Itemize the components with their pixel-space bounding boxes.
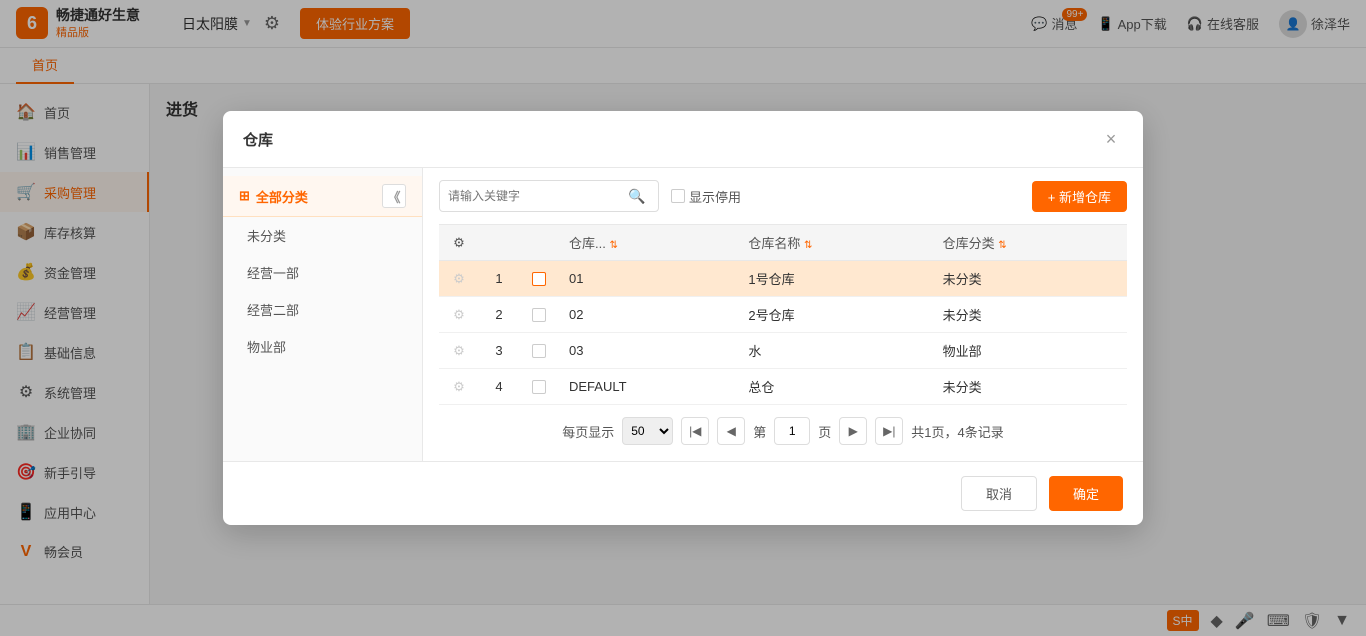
th-warehouse-category[interactable]: 仓库分类 ⇅ — [933, 225, 1127, 261]
row-category: 未分类 — [933, 369, 1127, 405]
table-toolbar: 🔍 显示停用 + 新增仓库 — [439, 180, 1127, 212]
row-category: 未分类 — [933, 261, 1127, 297]
category-item-dept1[interactable]: 经营一部 — [223, 254, 422, 291]
dialog-footer: 取消 确定 — [223, 461, 1143, 525]
show-disabled-toggle[interactable]: 显示停用 — [671, 187, 741, 206]
page-word: 第 — [753, 422, 766, 441]
row-checkbox[interactable] — [532, 344, 546, 358]
row-number: 3 — [479, 333, 519, 369]
row-name: 总仓 — [738, 369, 932, 405]
page-label: 页 — [818, 422, 831, 441]
category-all-item[interactable]: ⊞ 全部分类 《 — [223, 176, 422, 217]
category-collapse-button[interactable]: 《 — [382, 184, 406, 208]
row-code: 01 — [559, 261, 738, 297]
confirm-button[interactable]: 确定 — [1049, 476, 1123, 511]
show-disabled-label: 显示停用 — [689, 187, 741, 206]
warehouse-table: ⚙ 仓库... ⇅ 仓库名称 ⇅ 仓库分类 ⇅ ⚙ 1 01 1号仓库 未分类 … — [439, 224, 1127, 405]
last-page-button[interactable]: ▶| — [875, 417, 903, 445]
prev-page-button[interactable]: ◀ — [717, 417, 745, 445]
add-warehouse-button[interactable]: + 新增仓库 — [1032, 181, 1127, 212]
warehouse-dialog: 仓库 × ⊞ 全部分类 《 未分类 经营一部 经营二部 物业部 — [223, 111, 1143, 525]
dialog-header: 仓库 × — [223, 111, 1143, 168]
cancel-button[interactable]: 取消 — [961, 476, 1037, 511]
table-row[interactable]: ⚙ 4 DEFAULT 总仓 未分类 — [439, 369, 1127, 405]
th-warehouse-name[interactable]: 仓库名称 ⇅ — [738, 225, 932, 261]
row-checkbox[interactable] — [532, 308, 546, 322]
row-settings-cell: ⚙ — [439, 261, 479, 297]
row-name: 1号仓库 — [738, 261, 932, 297]
row-checkbox-cell — [519, 333, 559, 369]
row-name: 2号仓库 — [738, 297, 932, 333]
category-item-unclassified[interactable]: 未分类 — [223, 217, 422, 254]
dialog-close-button[interactable]: × — [1099, 127, 1123, 151]
row-category: 未分类 — [933, 297, 1127, 333]
table-row[interactable]: ⚙ 1 01 1号仓库 未分类 — [439, 261, 1127, 297]
row-settings-cell: ⚙ — [439, 369, 479, 405]
search-input[interactable] — [448, 189, 628, 203]
row-checkbox-cell — [519, 369, 559, 405]
dialog-title: 仓库 — [243, 129, 273, 150]
pagination: 每页显示 50 10 20 100 |◀ ◀ 第 页 ▶ ▶| 共1页，4条记录 — [439, 405, 1127, 449]
row-code: 03 — [559, 333, 738, 369]
show-disabled-checkbox[interactable] — [671, 189, 685, 203]
table-area: 🔍 显示停用 + 新增仓库 ⚙ 仓库... ⇅ 仓库名称 ⇅ 仓库分类 ⇅ — [423, 168, 1143, 461]
category-all-label: 全部分类 — [256, 187, 308, 206]
table-header-row: ⚙ 仓库... ⇅ 仓库名称 ⇅ 仓库分类 ⇅ — [439, 225, 1127, 261]
per-page-select[interactable]: 50 10 20 100 — [622, 417, 673, 445]
th-num — [479, 225, 519, 261]
category-item-dept2[interactable]: 经营二部 — [223, 291, 422, 328]
per-page-label: 每页显示 — [562, 422, 614, 441]
table-row[interactable]: ⚙ 2 02 2号仓库 未分类 — [439, 297, 1127, 333]
row-name: 水 — [738, 333, 932, 369]
row-checkbox[interactable] — [532, 380, 546, 394]
row-checkbox-cell — [519, 297, 559, 333]
table-row[interactable]: ⚙ 3 03 水 物业部 — [439, 333, 1127, 369]
dialog-overlay: 仓库 × ⊞ 全部分类 《 未分类 经营一部 经营二部 物业部 — [0, 0, 1366, 636]
next-page-button[interactable]: ▶ — [839, 417, 867, 445]
row-number: 1 — [479, 261, 519, 297]
th-check — [519, 225, 559, 261]
row-number: 4 — [479, 369, 519, 405]
total-label: 共1页，4条记录 — [911, 422, 1003, 441]
row-category: 物业部 — [933, 333, 1127, 369]
search-input-wrap: 🔍 — [439, 180, 659, 212]
row-code: 02 — [559, 297, 738, 333]
row-number: 2 — [479, 297, 519, 333]
page-number-input[interactable] — [774, 417, 810, 445]
search-icon[interactable]: 🔍 — [628, 188, 645, 205]
dialog-body: ⊞ 全部分类 《 未分类 经营一部 经营二部 物业部 🔍 — [223, 168, 1143, 461]
category-sidebar: ⊞ 全部分类 《 未分类 经营一部 经营二部 物业部 — [223, 168, 423, 461]
grid-icon: ⊞ — [239, 188, 250, 204]
row-checkbox[interactable] — [532, 272, 546, 286]
th-gear[interactable]: ⚙ — [439, 225, 479, 261]
row-code: DEFAULT — [559, 369, 738, 405]
category-item-property[interactable]: 物业部 — [223, 328, 422, 365]
first-page-button[interactable]: |◀ — [681, 417, 709, 445]
row-settings-cell: ⚙ — [439, 297, 479, 333]
th-warehouse-code[interactable]: 仓库... ⇅ — [559, 225, 738, 261]
row-settings-cell: ⚙ — [439, 333, 479, 369]
row-checkbox-cell — [519, 261, 559, 297]
